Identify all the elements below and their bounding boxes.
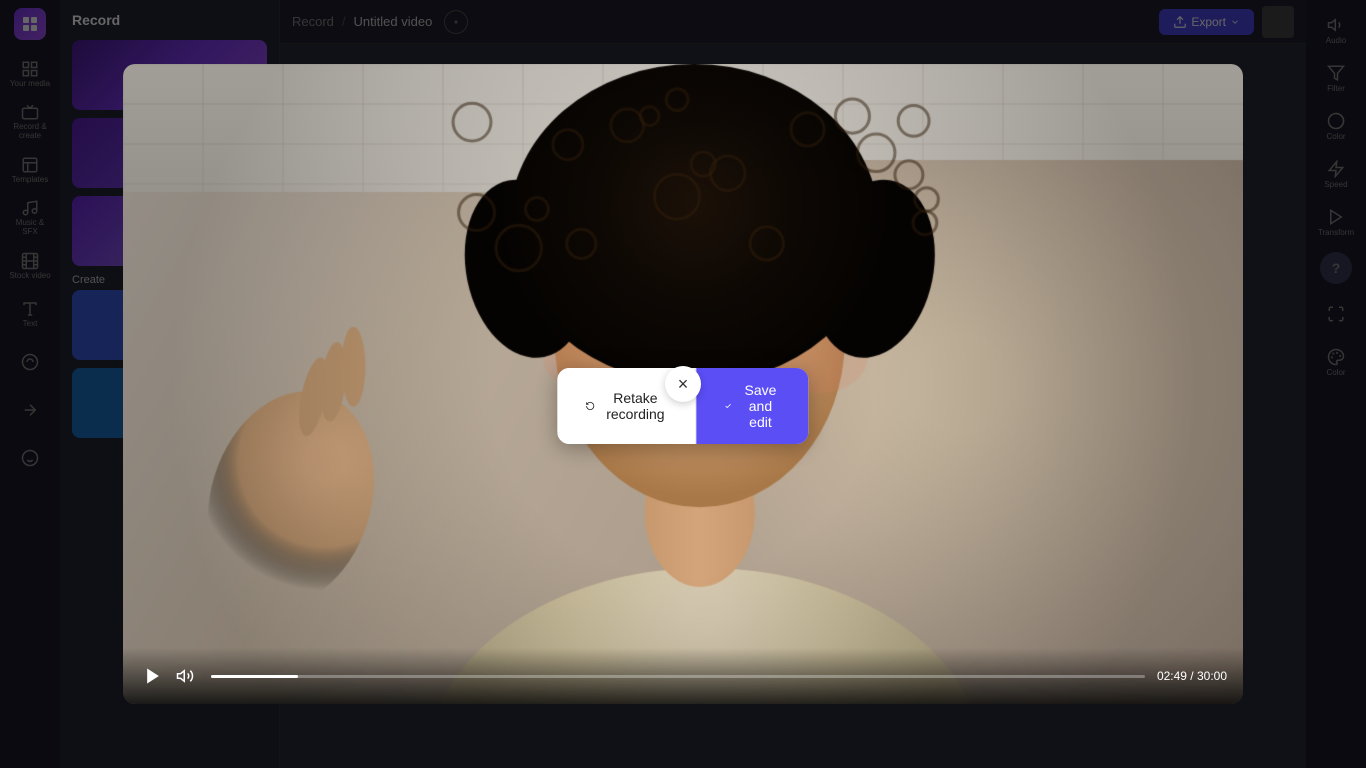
close-button[interactable]: × [665,366,701,402]
play-button[interactable] [139,662,167,690]
save-edit-label: Save and edit [740,382,780,430]
retake-icon [585,398,595,414]
time-display: 02:49 / 30:00 [1157,669,1227,683]
progress-fill [211,675,298,678]
save-and-edit-button[interactable]: Save and edit [697,368,809,444]
volume-icon [176,667,194,685]
play-icon [143,666,163,686]
check-icon [725,398,733,414]
progress-bar[interactable] [211,675,1145,678]
retake-label: Retake recording [603,390,668,422]
close-icon: × [678,375,689,393]
volume-button[interactable] [171,662,199,690]
video-controls: 02:49 / 30:00 [123,648,1243,704]
